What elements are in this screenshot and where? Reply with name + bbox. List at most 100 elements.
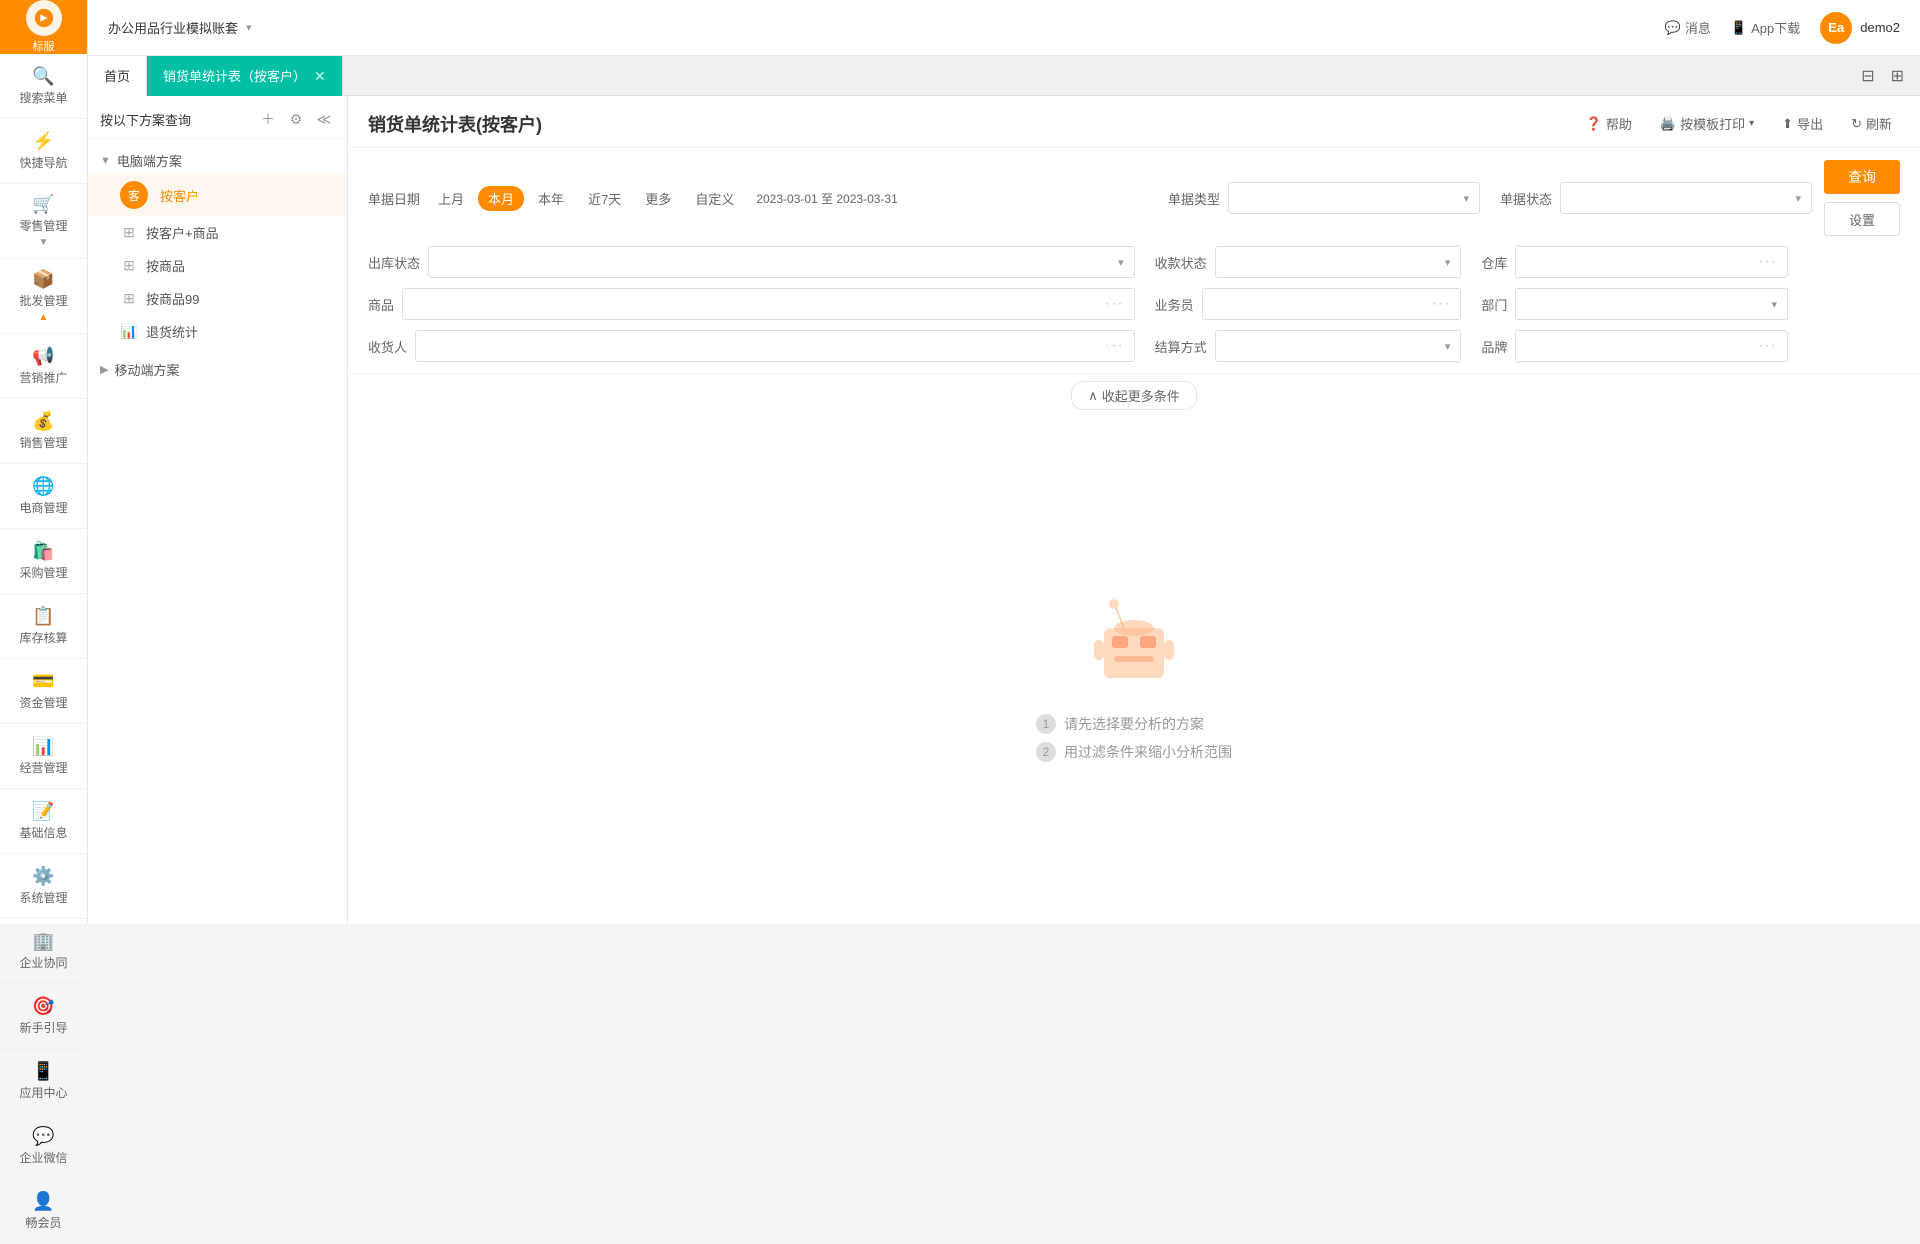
sidebar-item-label: 销售管理	[4, 434, 83, 451]
sidebar-item-enterprise-wechat[interactable]: 💬 企业微信	[0, 1114, 87, 1179]
print-dropdown-icon: ▾	[1749, 118, 1754, 129]
recipient-select[interactable]: ···	[415, 330, 1135, 362]
department-label: 部门	[1481, 295, 1507, 314]
brand-dots-icon: ···	[1758, 337, 1777, 355]
sidebar-item-finance[interactable]: 💳 资金管理	[0, 659, 87, 724]
salesperson-select[interactable]: ···	[1202, 288, 1462, 320]
empty-state: 1 请先选择要分析的方案 2 用过滤条件来缩小分析范围	[348, 416, 1920, 924]
sidebar-item-operations[interactable]: 📊 经营管理	[0, 724, 87, 789]
query-button[interactable]: 查询	[1824, 160, 1900, 194]
user-area[interactable]: Ea demo2	[1820, 12, 1900, 44]
desktop-scheme-group-header[interactable]: ▼ 电脑端方案	[88, 143, 347, 174]
desktop-scheme-label: 电脑端方案	[117, 151, 182, 170]
tab-maximize-btn[interactable]: ⊞	[1887, 62, 1908, 90]
sidebar-item-sales[interactable]: 💰 销售管理	[0, 399, 87, 464]
collection-status-select[interactable]: ▾	[1215, 246, 1462, 278]
breadcrumb-dropdown-icon[interactable]: ▾	[246, 21, 252, 34]
product-select[interactable]: ···	[402, 288, 1135, 320]
department-select[interactable]: ▾	[1515, 288, 1788, 320]
scheme-item-label: 按客户+商品	[146, 223, 219, 242]
tip-text-2: 用过滤条件来缩小分析范围	[1064, 742, 1232, 762]
sidebar-item-label: 系统管理	[4, 889, 83, 906]
sidebar-item-retail[interactable]: 🛒 零售管理 ▼	[0, 184, 87, 259]
sidebar-item-quick-nav[interactable]: ⚡ 快捷导航	[0, 119, 87, 184]
collapse-panel-btn[interactable]: ≪	[313, 108, 335, 130]
sidebar-item-basic-info[interactable]: 📝 基础信息	[0, 789, 87, 854]
refresh-label: 刷新	[1866, 114, 1892, 133]
print-btn[interactable]: 🖨️ 按模板打印 ▾	[1652, 110, 1762, 137]
sidebar-item-enterprise[interactable]: 🏢 企业协同	[0, 919, 87, 984]
sidebar-item-system[interactable]: ⚙️ 系统管理	[0, 854, 87, 919]
tab-sales-stat[interactable]: 销货单统计表（按客户） ✕	[147, 56, 343, 96]
settings-button[interactable]: 设置	[1824, 202, 1900, 236]
refresh-icon: ↻	[1851, 116, 1862, 132]
help-icon: ❓	[1586, 116, 1602, 132]
add-scheme-btn[interactable]: ＋	[257, 108, 279, 130]
mobile-scheme-group-header[interactable]: ▶ 移动端方案	[88, 352, 347, 383]
tab-minimize-btn[interactable]: ⊟	[1857, 62, 1878, 90]
right-panel: 销货单统计表(按客户) ❓ 帮助 🖨️ 按模板打印 ▾ ⬆ 导出	[348, 96, 1920, 924]
sidebar-item-label: 经营管理	[4, 759, 83, 776]
sidebar-item-label: 电商管理	[4, 499, 83, 516]
message-btn[interactable]: 💬 消息	[1665, 18, 1711, 37]
user-name: demo2	[1860, 20, 1900, 35]
filter-warehouse-item: 仓库 ···	[1481, 246, 1788, 278]
settlement-arrow-icon: ▾	[1445, 340, 1451, 353]
date-tab-this-year[interactable]: 本年	[528, 185, 574, 212]
order-status-select[interactable]: ▾	[1560, 182, 1812, 214]
left-panel-header: 按以下方案查询 ＋ ⚙ ≪	[88, 96, 347, 139]
scheme-item-returns[interactable]: 📊 退货统计	[88, 315, 347, 348]
scheme-icon-grid3: ⊞	[120, 290, 138, 308]
plus-icon: ＋	[261, 109, 275, 129]
operations-icon: 📊	[4, 736, 83, 757]
page-header: 销货单统计表(按客户) ❓ 帮助 🖨️ 按模板打印 ▾ ⬆ 导出	[348, 96, 1920, 148]
recipient-dots-icon: ···	[1105, 337, 1124, 355]
sidebar: 标服 🔍 搜索菜单 ⚡ 快捷导航 🛒 零售管理 ▼ 📦 批发管理 ▲ 📢	[0, 0, 88, 924]
scheme-item-by-product-99[interactable]: ⊞ 按商品99	[88, 282, 347, 315]
sidebar-item-search[interactable]: 🔍 搜索菜单	[0, 54, 87, 119]
print-icon: 🖨️	[1660, 116, 1676, 132]
date-tab-custom[interactable]: 自定义	[685, 185, 744, 212]
date-tab-last-month[interactable]: 上月	[428, 185, 474, 212]
mobile-scheme-label: 移动端方案	[114, 360, 179, 379]
filter-recipient-item: 收货人 ···	[368, 330, 1135, 362]
member-icon: 👤	[4, 1191, 83, 1212]
scheme-icon-bar-chart: 📊	[120, 323, 138, 341]
sidebar-item-ecommerce[interactable]: 🌐 电商管理	[0, 464, 87, 529]
tip-num-2: 2	[1036, 742, 1056, 762]
date-tab-last-7-days[interactable]: 近7天	[578, 185, 631, 212]
sidebar-item-app-center[interactable]: 📱 应用中心	[0, 1049, 87, 1114]
date-tabs: 上月 本月 本年 近7天 更多 自定义 2023-03-01 至 2023-03…	[428, 185, 898, 212]
out-status-select[interactable]: ▾	[428, 246, 1135, 278]
sidebar-item-marketing[interactable]: 📢 营销推广	[0, 334, 87, 399]
warehouse-select[interactable]: ···	[1515, 246, 1788, 278]
header-right-actions: 💬 消息 📱 App下载 Ea demo2	[1665, 12, 1900, 44]
top-header: 办公用品行业模拟账套 ▾ 💬 消息 📱 App下载 Ea demo2	[88, 0, 1920, 56]
sidebar-item-inventory[interactable]: 📋 库存核算	[0, 594, 87, 659]
brand-select[interactable]: ···	[1515, 330, 1788, 362]
scheme-item-by-customer[interactable]: 客 按客户	[88, 174, 347, 216]
tab-home[interactable]: 首页	[88, 56, 147, 96]
refresh-btn[interactable]: ↻ 刷新	[1843, 110, 1900, 137]
edit-scheme-btn[interactable]: ⚙	[285, 108, 307, 130]
export-btn[interactable]: ⬆ 导出	[1774, 110, 1831, 137]
sidebar-item-member[interactable]: 👤 畅会员	[0, 1179, 87, 1244]
order-type-select[interactable]: ▾	[1228, 182, 1480, 214]
ecommerce-icon: 🌐	[4, 476, 83, 497]
sidebar-item-purchase[interactable]: 🛍️ 采购管理	[0, 529, 87, 594]
settlement-select[interactable]: ▾	[1215, 330, 1462, 362]
scheme-item-by-product[interactable]: ⊞ 按商品	[88, 249, 347, 282]
date-tab-this-month[interactable]: 本月	[478, 186, 524, 211]
tab-close-btn[interactable]: ✕	[314, 69, 326, 83]
collapse-filters-btn[interactable]: ∧ 收起更多条件	[1071, 381, 1197, 410]
sidebar-item-newbie[interactable]: 🎯 新手引导	[0, 984, 87, 1049]
sidebar-item-wholesale[interactable]: 📦 批发管理 ▲	[0, 259, 87, 334]
scheme-item-by-customer-product[interactable]: ⊞ 按客户+商品	[88, 216, 347, 249]
date-tab-more[interactable]: 更多	[635, 185, 681, 212]
app-download-btn[interactable]: 📱 App下载	[1731, 18, 1800, 37]
department-arrow-icon: ▾	[1771, 298, 1777, 311]
help-btn[interactable]: ❓ 帮助	[1578, 110, 1640, 137]
collapse-up-icon: ∧	[1088, 388, 1098, 404]
filter-department-item: 部门 ▾	[1481, 288, 1788, 320]
scheme-item-label: 按商品	[146, 256, 185, 275]
